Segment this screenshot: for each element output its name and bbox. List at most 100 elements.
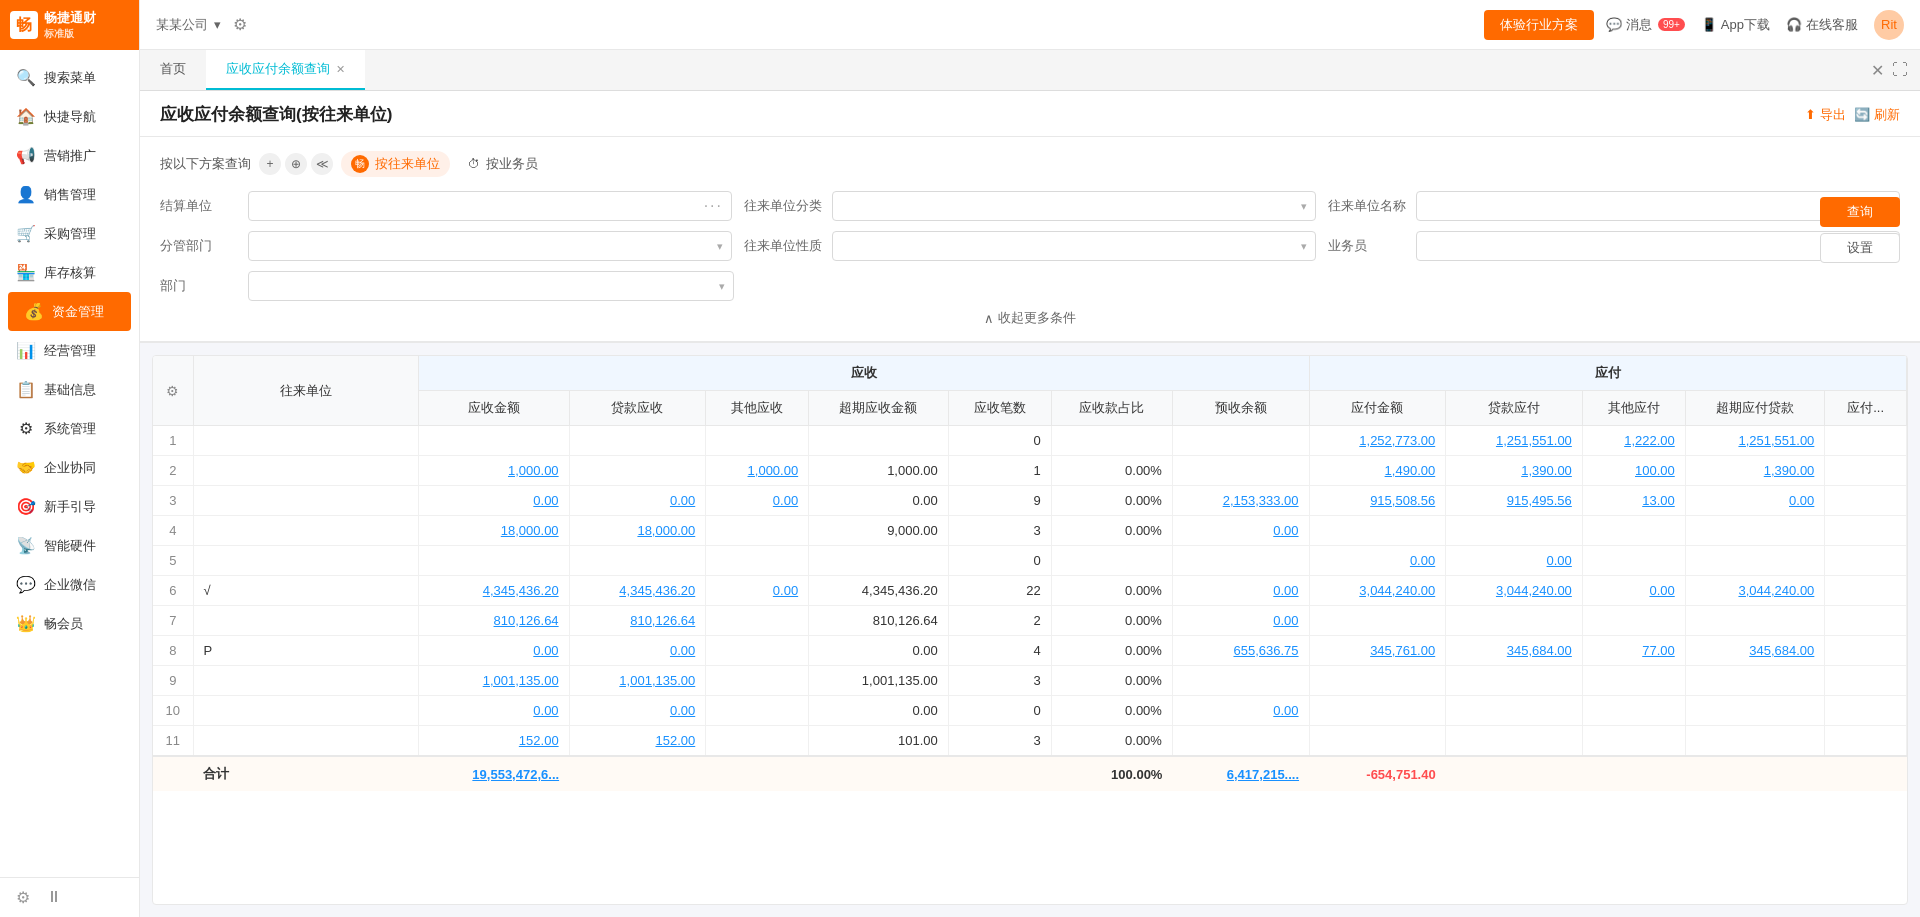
sidebar-item-finance[interactable]: 💰 资金管理 — [8, 292, 131, 331]
row-other-ap[interactable] — [1582, 546, 1685, 576]
sidebar-item-system[interactable]: ⚙ 系统管理 — [0, 409, 139, 448]
sidebar-item-inventory[interactable]: 🏪 库存核算 — [0, 253, 139, 292]
filter-by-staff[interactable]: ⏱ 按业务员 — [458, 151, 548, 177]
row-advance-bal[interactable] — [1172, 546, 1309, 576]
row-loan-ap[interactable]: 1,390.00 — [1446, 456, 1583, 486]
collapse-more-conditions-btn[interactable]: ∧ 收起更多条件 — [984, 309, 1076, 327]
row-ap-amount[interactable]: 345,761.00 — [1309, 636, 1446, 666]
row-advance-bal[interactable]: 0.00 — [1172, 696, 1309, 726]
row-ar-amount[interactable]: 1,000.00 — [419, 456, 570, 486]
row-loan-ar[interactable]: 152.00 — [569, 726, 706, 757]
row-ap-amount[interactable] — [1309, 696, 1446, 726]
solution-btn[interactable]: 体验行业方案 — [1484, 10, 1594, 40]
row-other-ap[interactable] — [1582, 666, 1685, 696]
row-overdue-ap[interactable] — [1685, 666, 1825, 696]
row-advance-bal[interactable]: 0.00 — [1172, 516, 1309, 546]
row-ar-amount[interactable]: 0.00 — [419, 696, 570, 726]
footer-ar-amount[interactable]: 19,553,472,6... — [419, 756, 570, 791]
row-loan-ap[interactable]: 3,044,240.00 — [1446, 576, 1583, 606]
row-loan-ar[interactable]: 0.00 — [569, 696, 706, 726]
tab-close-window-btn[interactable]: ✕ — [1871, 61, 1884, 80]
row-loan-ar[interactable] — [569, 456, 706, 486]
row-ar-amount[interactable]: 152.00 — [419, 726, 570, 757]
tab-close-btn[interactable]: ✕ — [336, 63, 345, 76]
settings-footer-btn[interactable]: ⚙ — [16, 888, 30, 907]
unit-nature-select[interactable]: ▾ — [832, 231, 1316, 261]
row-ar-amount[interactable] — [419, 426, 570, 456]
query-btn[interactable]: 查询 — [1820, 197, 1900, 227]
sidebar-item-hardware[interactable]: 📡 智能硬件 — [0, 526, 139, 565]
row-ar-amount[interactable]: 4,345,436.20 — [419, 576, 570, 606]
row-advance-bal[interactable] — [1172, 666, 1309, 696]
row-loan-ar[interactable]: 0.00 — [569, 636, 706, 666]
row-overdue-ap[interactable]: 1,390.00 — [1685, 456, 1825, 486]
row-ap-amount[interactable] — [1309, 666, 1446, 696]
row-ap-amount[interactable] — [1309, 516, 1446, 546]
row-other-ap[interactable]: 13.00 — [1582, 486, 1685, 516]
row-other-ap[interactable]: 100.00 — [1582, 456, 1685, 486]
row-advance-bal[interactable] — [1172, 726, 1309, 757]
tab-home[interactable]: 首页 — [140, 50, 206, 90]
table-settings-icon[interactable]: ⚙ — [166, 383, 179, 399]
row-other-ap[interactable]: 77.00 — [1582, 636, 1685, 666]
row-loan-ar[interactable]: 18,000.00 — [569, 516, 706, 546]
row-ar-amount[interactable]: 0.00 — [419, 636, 570, 666]
row-loan-ar[interactable]: 810,126.64 — [569, 606, 706, 636]
tab-balance-query[interactable]: 应收应付余额查询 ✕ — [206, 50, 365, 90]
row-other-ar[interactable] — [706, 726, 809, 757]
row-ar-amount[interactable]: 0.00 — [419, 486, 570, 516]
sidebar-item-wechat[interactable]: 💬 企业微信 — [0, 565, 139, 604]
row-other-ar[interactable] — [706, 636, 809, 666]
tab-expand-btn[interactable]: ⛶ — [1892, 61, 1908, 79]
filter-settings-btn[interactable]: ⊕ — [285, 153, 307, 175]
app-download-btn[interactable]: 📱 App下载 — [1701, 16, 1770, 34]
row-ar-amount[interactable]: 18,000.00 — [419, 516, 570, 546]
row-overdue-ap[interactable] — [1685, 516, 1825, 546]
row-loan-ap[interactable] — [1446, 666, 1583, 696]
sidebar-item-guide[interactable]: 🎯 新手引导 — [0, 487, 139, 526]
filter-by-unit[interactable]: 畅 按往来单位 — [341, 151, 450, 177]
row-advance-bal[interactable]: 0.00 — [1172, 576, 1309, 606]
row-other-ap[interactable] — [1582, 606, 1685, 636]
dept-select[interactable]: ▾ — [248, 271, 734, 301]
row-other-ar[interactable] — [706, 606, 809, 636]
table-settings-header[interactable]: ⚙ — [153, 356, 193, 426]
company-selector[interactable]: 某某公司 ▾ — [156, 16, 221, 34]
row-loan-ap[interactable] — [1446, 726, 1583, 757]
sidebar-item-sales[interactable]: 👤 销售管理 — [0, 175, 139, 214]
dept-manager-select[interactable]: ▾ — [248, 231, 732, 261]
row-other-ap[interactable]: 0.00 — [1582, 576, 1685, 606]
sidebar-item-quick-nav[interactable]: 🏠 快捷导航 — [0, 97, 139, 136]
row-loan-ar[interactable] — [569, 426, 706, 456]
settings-gear-icon[interactable]: ⚙ — [233, 15, 247, 34]
row-other-ar[interactable]: 0.00 — [706, 486, 809, 516]
row-overdue-ap[interactable] — [1685, 696, 1825, 726]
row-loan-ap[interactable] — [1446, 606, 1583, 636]
row-overdue-ap[interactable] — [1685, 546, 1825, 576]
row-other-ar[interactable] — [706, 546, 809, 576]
row-other-ar[interactable] — [706, 516, 809, 546]
sidebar-item-search-menu[interactable]: 🔍 搜索菜单 — [0, 58, 139, 97]
row-loan-ap[interactable]: 915,495.56 — [1446, 486, 1583, 516]
row-ap-amount[interactable]: 915,508.56 — [1309, 486, 1446, 516]
settlement-unit-dots[interactable]: ··· — [704, 197, 723, 215]
row-ap-amount[interactable]: 1,490.00 — [1309, 456, 1446, 486]
row-loan-ap[interactable]: 0.00 — [1446, 546, 1583, 576]
row-ap-amount[interactable]: 3,044,240.00 — [1309, 576, 1446, 606]
row-other-ap[interactable] — [1582, 726, 1685, 757]
row-overdue-ap[interactable]: 1,251,551.00 — [1685, 426, 1825, 456]
row-loan-ar[interactable]: 1,001,135.00 — [569, 666, 706, 696]
row-other-ap[interactable]: 1,222.00 — [1582, 426, 1685, 456]
setting-btn[interactable]: 设置 — [1820, 233, 1900, 263]
row-overdue-ap[interactable]: 345,684.00 — [1685, 636, 1825, 666]
row-advance-bal[interactable] — [1172, 426, 1309, 456]
sidebar-item-marketing[interactable]: 📢 营销推广 — [0, 136, 139, 175]
row-advance-bal[interactable]: 0.00 — [1172, 606, 1309, 636]
row-ar-amount[interactable]: 810,126.64 — [419, 606, 570, 636]
collapse-sidebar-btn[interactable]: ⏸ — [46, 888, 62, 907]
row-loan-ap[interactable]: 345,684.00 — [1446, 636, 1583, 666]
row-loan-ar[interactable]: 4,345,436.20 — [569, 576, 706, 606]
row-other-ar[interactable] — [706, 426, 809, 456]
sidebar-item-operation[interactable]: 📊 经营管理 — [0, 331, 139, 370]
row-loan-ap[interactable]: 1,251,551.00 — [1446, 426, 1583, 456]
